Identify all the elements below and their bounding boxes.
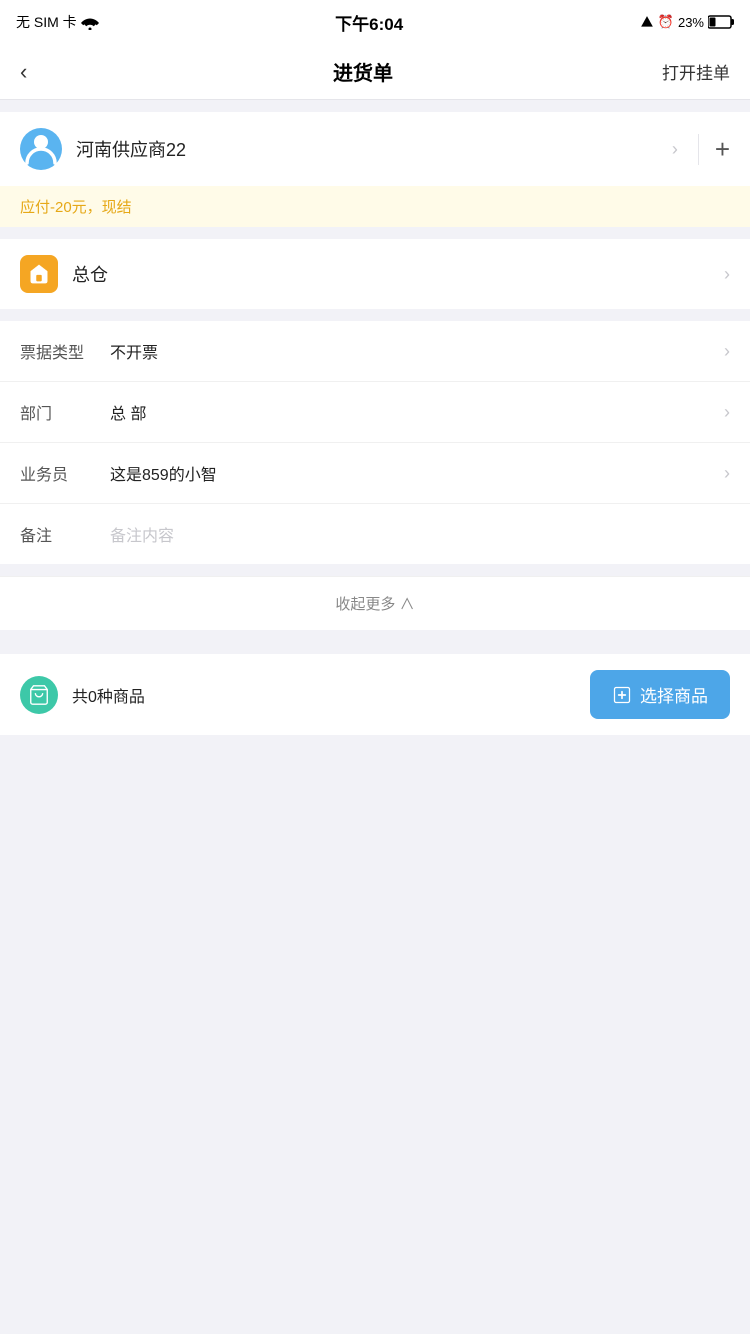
notice-banner: 应付-20元，现结 <box>0 186 750 227</box>
supplier-name: 河南供应商22 <box>76 136 672 162</box>
salesperson-value: 这是859的小智 <box>100 461 724 485</box>
status-left: 无 SIM 卡 <box>16 12 99 32</box>
department-chevron-icon: › <box>724 402 730 423</box>
warehouse-section: 总仓 › <box>0 239 750 309</box>
warehouse-row[interactable]: 总仓 › <box>0 239 750 309</box>
invoice-type-chevron-icon: › <box>724 341 730 362</box>
department-row[interactable]: 部门 总 部 › <box>0 382 750 443</box>
status-right: ⏰ 23% <box>640 14 734 30</box>
product-cart-icon <box>20 676 58 714</box>
product-bar: 共0种商品 选择商品 <box>0 654 750 735</box>
page-title: 进货单 <box>333 57 393 86</box>
collapse-row[interactable]: 收起更多 ∧ <box>0 576 750 630</box>
salesperson-chevron-icon: › <box>724 463 730 484</box>
salesperson-row[interactable]: 业务员 这是859的小智 › <box>0 443 750 504</box>
status-time: 下午6:04 <box>335 10 403 35</box>
supplier-row[interactable]: 河南供应商22 › + <box>0 112 750 186</box>
select-product-button[interactable]: 选择商品 <box>590 670 730 719</box>
warehouse-name: 总仓 <box>72 261 724 287</box>
supplier-chevron-icon: › <box>672 139 678 160</box>
form-section: 票据类型 不开票 › 部门 总 部 › 业务员 这是859的小智 › 备注 备注… <box>0 321 750 564</box>
department-label: 部门 <box>20 400 100 424</box>
invoice-type-label: 票据类型 <box>20 339 100 363</box>
supplier-avatar <box>20 128 62 170</box>
separator-3 <box>0 630 750 642</box>
invoice-type-row[interactable]: 票据类型 不开票 › <box>0 321 750 382</box>
remark-row[interactable]: 备注 备注内容 <box>0 504 750 564</box>
main-background <box>0 735 750 1035</box>
collapse-text: 收起更多 ∧ <box>335 593 414 614</box>
department-value: 总 部 <box>100 400 724 424</box>
select-product-label: 选择商品 <box>640 682 708 707</box>
separator-1 <box>0 100 750 112</box>
battery-text: 23% <box>678 15 704 30</box>
warehouse-chevron-icon: › <box>724 264 730 285</box>
back-button[interactable]: ‹ <box>20 59 64 85</box>
add-supplier-button[interactable]: + <box>698 134 730 165</box>
notice-text: 应付-20元，现结 <box>20 199 132 216</box>
open-pending-button[interactable]: 打开挂单 <box>662 59 730 84</box>
nav-bar: ‹ 进货单 打开挂单 <box>0 44 750 100</box>
separator-2 <box>0 227 750 239</box>
warehouse-icon <box>20 255 58 293</box>
remark-label: 备注 <box>20 522 100 546</box>
remark-input[interactable]: 备注内容 <box>100 522 730 546</box>
supplier-section: 河南供应商22 › + 应付-20元，现结 <box>0 112 750 227</box>
status-bar: 无 SIM 卡 下午6:04 ⏰ 23% <box>0 0 750 44</box>
invoice-type-value: 不开票 <box>100 339 724 363</box>
salesperson-label: 业务员 <box>20 461 100 485</box>
product-count: 共0种商品 <box>72 683 590 707</box>
